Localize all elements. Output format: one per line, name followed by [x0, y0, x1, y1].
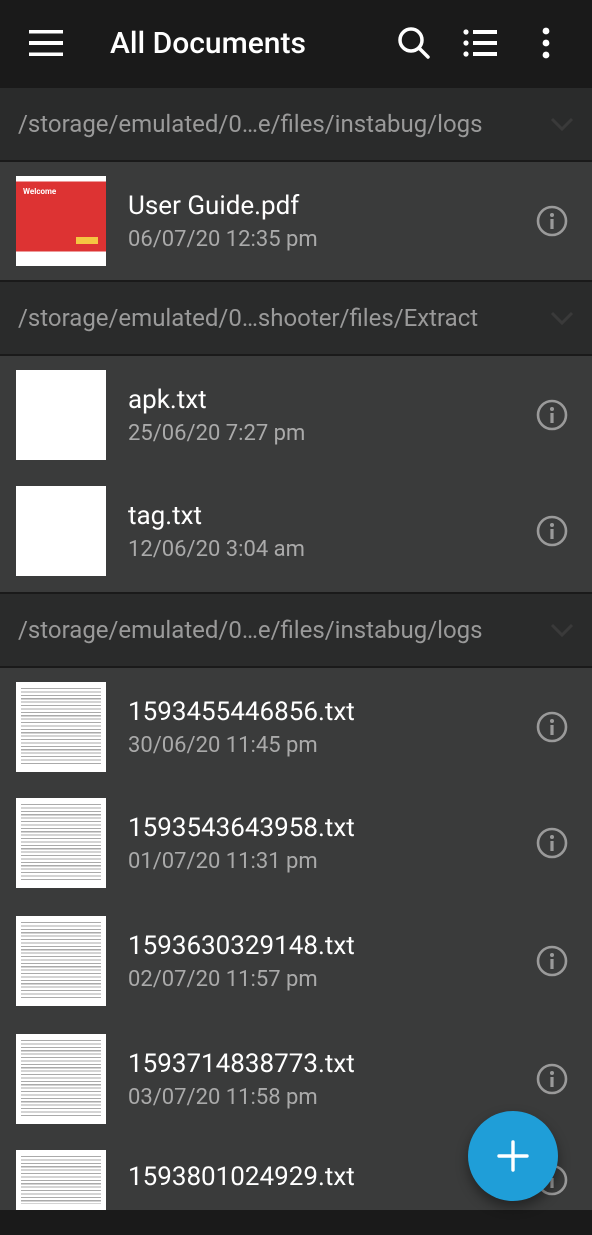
- info-icon: [536, 945, 568, 977]
- info-icon: [536, 711, 568, 743]
- file-meta: tag.txt 12/06/20 3:04 am: [128, 501, 528, 562]
- file-item[interactable]: 1593543643958.txt 01/07/20 11:31 pm: [0, 786, 592, 904]
- info-button[interactable]: [528, 197, 576, 245]
- file-thumbnail: [16, 682, 106, 772]
- info-button[interactable]: [528, 391, 576, 439]
- menu-button[interactable]: [20, 17, 72, 69]
- file-thumbnail: [16, 1150, 106, 1210]
- file-list: User Guide.pdf 06/07/20 12:35 pm: [0, 162, 592, 280]
- info-icon: [536, 399, 568, 431]
- search-button[interactable]: [388, 17, 440, 69]
- overflow-button[interactable]: [520, 17, 572, 69]
- file-name: apk.txt: [128, 385, 528, 415]
- info-button[interactable]: [528, 937, 576, 985]
- file-date: 02/07/20 11:57 pm: [128, 967, 528, 992]
- info-icon: [536, 205, 568, 237]
- file-name: tag.txt: [128, 501, 528, 531]
- file-meta: 1593455446856.txt 30/06/20 11:45 pm: [128, 697, 528, 758]
- file-thumbnail: [16, 486, 106, 576]
- file-meta: 1593801024929.txt: [128, 1162, 528, 1198]
- file-name: 1593714838773.txt: [128, 1049, 528, 1079]
- file-date: 06/07/20 12:35 pm: [128, 227, 528, 252]
- file-item[interactable]: tag.txt 12/06/20 3:04 am: [0, 474, 592, 592]
- info-button[interactable]: [528, 507, 576, 555]
- folder-header[interactable]: /storage/emulated/0…shooter/files/Extrac…: [0, 280, 592, 356]
- file-meta: 1593630329148.txt 02/07/20 11:57 pm: [128, 931, 528, 992]
- folder-path: /storage/emulated/0…e/files/instabug/log…: [18, 616, 550, 644]
- file-meta: apk.txt 25/06/20 7:27 pm: [128, 385, 528, 446]
- file-list: apk.txt 25/06/20 7:27 pm tag.txt 12/06/2…: [0, 356, 592, 592]
- file-name: 1593630329148.txt: [128, 931, 528, 961]
- file-name: 1593455446856.txt: [128, 697, 528, 727]
- file-thumbnail: [16, 1034, 106, 1124]
- search-icon: [397, 26, 431, 60]
- info-icon: [536, 515, 568, 547]
- file-name: 1593801024929.txt: [128, 1162, 528, 1192]
- folder-header[interactable]: /storage/emulated/0…e/files/instabug/log…: [0, 86, 592, 162]
- info-icon: [536, 827, 568, 859]
- chevron-down-icon: [550, 623, 574, 637]
- file-thumbnail: [16, 916, 106, 1006]
- chevron-down-icon: [550, 311, 574, 325]
- file-date: 03/07/20 11:58 pm: [128, 1085, 528, 1110]
- file-item[interactable]: 1593455446856.txt 30/06/20 11:45 pm: [0, 668, 592, 786]
- plus-icon: [495, 1138, 531, 1174]
- file-meta: 1593543643958.txt 01/07/20 11:31 pm: [128, 813, 528, 874]
- view-button[interactable]: [454, 17, 506, 69]
- file-name: User Guide.pdf: [128, 191, 528, 221]
- folder-path: /storage/emulated/0…e/files/instabug/log…: [18, 110, 550, 138]
- page-title: All Documents: [110, 26, 388, 61]
- chevron-down-icon: [550, 117, 574, 131]
- info-button[interactable]: [528, 703, 576, 751]
- info-button[interactable]: [528, 1055, 576, 1103]
- add-button[interactable]: [468, 1111, 558, 1201]
- file-item[interactable]: 1593630329148.txt 02/07/20 11:57 pm: [0, 904, 592, 1022]
- file-date: 01/07/20 11:31 pm: [128, 849, 528, 874]
- file-date: 12/06/20 3:04 am: [128, 537, 528, 562]
- hamburger-icon: [29, 30, 63, 56]
- list-view-icon: [463, 29, 497, 57]
- info-icon: [536, 1063, 568, 1095]
- file-item[interactable]: User Guide.pdf 06/07/20 12:35 pm: [0, 162, 592, 280]
- file-name: 1593543643958.txt: [128, 813, 528, 843]
- app-toolbar: All Documents: [0, 0, 592, 86]
- file-meta: User Guide.pdf 06/07/20 12:35 pm: [128, 191, 528, 252]
- info-button[interactable]: [528, 819, 576, 867]
- file-thumbnail: [16, 798, 106, 888]
- file-thumbnail: [16, 176, 106, 266]
- file-meta: 1593714838773.txt 03/07/20 11:58 pm: [128, 1049, 528, 1110]
- file-item[interactable]: apk.txt 25/06/20 7:27 pm: [0, 356, 592, 474]
- folder-header[interactable]: /storage/emulated/0…e/files/instabug/log…: [0, 592, 592, 668]
- file-date: 25/06/20 7:27 pm: [128, 421, 528, 446]
- folder-path: /storage/emulated/0…shooter/files/Extrac…: [18, 304, 550, 332]
- file-date: 30/06/20 11:45 pm: [128, 733, 528, 758]
- file-thumbnail: [16, 370, 106, 460]
- more-vert-icon: [542, 27, 550, 59]
